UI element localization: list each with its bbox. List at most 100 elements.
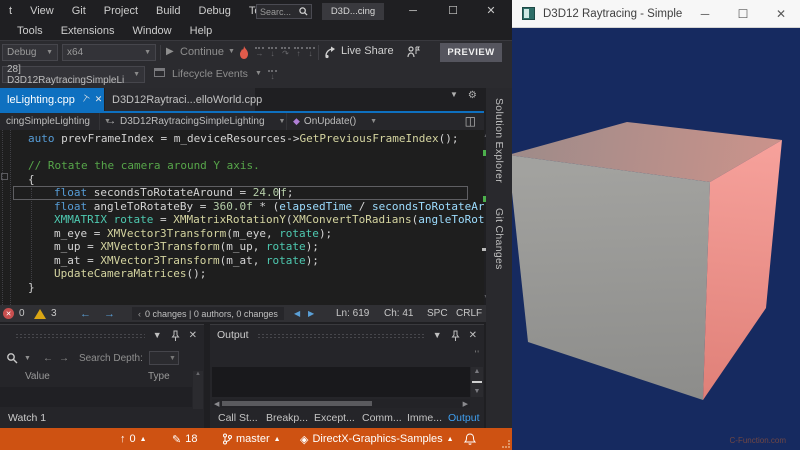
configuration-dropdown[interactable]: Debug▼ — [2, 44, 58, 61]
pin-icon[interactable] — [451, 330, 460, 341]
send-feedback-icon[interactable] — [406, 45, 420, 59]
menu-item-tools[interactable]: Tools — [8, 22, 52, 40]
menu-item-extensions[interactable]: Extensions — [52, 22, 124, 40]
code-line[interactable]: float secondsToRotateAround = 24.0f; — [0, 186, 484, 200]
code-line[interactable]: auto prevFrameIndex = m_deviceResources-… — [0, 132, 484, 146]
line-ending-indicator[interactable]: CRLF — [456, 305, 482, 322]
tab-simplelighting-cpp[interactable]: leLighting.cpp ⊤ ✕ — [0, 88, 104, 111]
maximize-button[interactable]: ☐ — [438, 0, 468, 21]
warning-count[interactable]: 3 — [34, 305, 57, 322]
continue-button[interactable]: Continue — [180, 46, 224, 58]
outline-collapse-box[interactable] — [1, 173, 8, 180]
code-line[interactable]: float angleToRotateBy = 360.0f * (elapse… — [0, 200, 484, 214]
menu-item-window[interactable]: Window — [124, 22, 181, 40]
code-line[interactable]: UpdateCameraMatrices(); — [0, 267, 484, 281]
run-to-cursor-icon[interactable]: ↓ — [306, 47, 315, 57]
menu-item-project[interactable]: Project — [95, 0, 147, 22]
value-column-header[interactable]: Value — [25, 371, 50, 382]
push-commits-button[interactable]: ↑ 0 ▲ — [120, 428, 147, 450]
menu-item-view[interactable]: View — [21, 0, 63, 22]
close-tab-icon[interactable]: ✕ — [95, 94, 103, 105]
lifecycle-dropdown-caret[interactable]: ▼ — [255, 70, 262, 77]
indentation-indicator[interactable]: SPC — [427, 305, 448, 322]
preview-button[interactable]: PREVIEW — [440, 43, 502, 62]
step-over-icon[interactable]: ↷ — [281, 47, 290, 57]
pin-icon[interactable] — [171, 330, 180, 341]
output-hscroll-thumb[interactable] — [222, 401, 372, 406]
code-line[interactable]: m_up = XMVector3Transform(m_up, rotate); — [0, 240, 484, 254]
watch-search-icon[interactable] — [6, 352, 18, 364]
step-out-icon[interactable]: ↑ — [294, 47, 303, 57]
menu-item-help[interactable]: Help — [181, 22, 222, 40]
search-depth-dropdown[interactable]: ▼ — [149, 351, 179, 365]
search-input[interactable]: Searc... — [256, 4, 312, 19]
code-line[interactable]: m_at = XMVector3Transform(m_at, rotate); — [0, 254, 484, 268]
pin-icon[interactable]: ⊤ — [78, 93, 91, 107]
app-maximize-button[interactable]: ☐ — [724, 0, 762, 27]
codelens-changes[interactable]: ‹ 0 changes | 0 authors, 0 changes — [132, 307, 284, 320]
hot-reload-flame-icon[interactable] — [239, 46, 249, 59]
tab-solution-explorer[interactable]: Solution Explorer — [486, 94, 512, 194]
live-share-button[interactable]: Live Share — [341, 45, 394, 57]
menu-item-git[interactable]: Git — [63, 0, 95, 22]
live-share-icon[interactable] — [324, 45, 338, 59]
error-count[interactable]: ✕ 0 — [3, 305, 25, 322]
resize-grip[interactable] — [502, 440, 510, 448]
type-column-header[interactable]: Type — [148, 371, 170, 382]
close-panel-icon[interactable]: ✕ — [189, 330, 197, 341]
show-next-statement-icon[interactable]: → — [255, 47, 264, 57]
menu-item-build[interactable]: Build — [147, 0, 189, 22]
code-line[interactable]: { — [0, 173, 484, 187]
startup-process-dropdown[interactable]: 28] D3D12RaytracingSimpleLi▼ — [2, 66, 145, 83]
output-title-bar[interactable]: Output ▼ ✕ — [210, 325, 484, 345]
app-close-button[interactable]: ✕ — [762, 0, 800, 27]
code-line[interactable]: } — [0, 281, 484, 295]
close-panel-icon[interactable]: ✕ — [469, 330, 477, 341]
code-line[interactable]: // Rotate the camera around Y axis. — [0, 159, 484, 173]
nav-member-dropdown[interactable]: ◆ OnUpdate()▼ — [287, 113, 455, 130]
menu-item-debug[interactable]: Debug — [190, 0, 240, 22]
tab-helloworld-cpp[interactable]: D3D12Raytraci...elloWorld.cpp — [105, 88, 255, 111]
close-button[interactable]: ✕ — [476, 0, 506, 21]
code-line[interactable] — [0, 146, 484, 160]
menu-item-edit-cut[interactable]: t — [0, 0, 21, 22]
repository-selector[interactable]: ◈ DirectX-Graphics-Samples ▲ — [300, 428, 454, 450]
nav-type-dropdown[interactable]: → D3D12RaytracingSimpleLighting▼ — [100, 113, 287, 130]
code-line[interactable]: m_eye = XMVector3Transform(m_eye, rotate… — [0, 227, 484, 241]
toolbar-overflow-icon[interactable]: '' — [475, 349, 480, 359]
lifecycle-events-dropdown[interactable]: Lifecycle Events — [172, 68, 248, 80]
branch-selector[interactable]: master ▲ — [222, 428, 281, 450]
editor-settings-gear-icon[interactable]: ⚙ — [468, 90, 477, 101]
search-prev-icon[interactable]: ← — [43, 353, 53, 364]
tab-git-changes[interactable]: Git Changes — [486, 204, 512, 290]
line-indicator[interactable]: Ln: 619 — [336, 305, 369, 322]
watch-title-bar[interactable]: ▼ ✕ — [0, 325, 204, 345]
split-editor-icon[interactable]: ◫ — [465, 114, 476, 128]
search-next-icon[interactable]: → — [59, 353, 69, 364]
tab-watch1[interactable]: Watch 1 — [0, 407, 54, 429]
app-minimize-button[interactable]: ─ — [686, 0, 724, 27]
nav-project-dropdown[interactable]: cingSimpleLighting▼ — [0, 113, 100, 130]
navigate-back-icon[interactable]: ← — [80, 305, 91, 322]
window-position-caret-icon[interactable]: ▼ — [153, 330, 162, 340]
watch-scrollbar[interactable]: ▲ — [193, 371, 203, 409]
prev-marker-icon[interactable]: ◀ — [294, 305, 300, 322]
tab-list-caret-icon[interactable]: ▼ — [450, 90, 458, 101]
code-line[interactable]: XMMATRIX rotate = XMMatrixRotationY(XMCo… — [0, 213, 484, 227]
continue-play-icon[interactable]: ▶ — [166, 46, 174, 57]
tab-output[interactable]: Output — [440, 407, 488, 429]
unsaved-edits-indicator[interactable]: ✎ 18 — [172, 428, 197, 450]
column-indicator[interactable]: Ch: 41 — [384, 305, 413, 322]
continue-dropdown-caret[interactable]: ▼ — [228, 48, 235, 55]
notifications-button[interactable] — [464, 428, 476, 450]
code-editor[interactable]: auto prevFrameIndex = m_deviceResources-… — [0, 130, 484, 305]
navigate-forward-icon[interactable]: → — [104, 305, 115, 322]
output-log[interactable] — [212, 367, 470, 397]
minimize-button[interactable]: ─ — [398, 0, 428, 21]
output-vscroll-thumb[interactable] — [472, 381, 482, 383]
window-position-caret-icon[interactable]: ▼ — [433, 330, 442, 340]
next-marker-icon[interactable]: ▶ — [308, 305, 314, 322]
platform-dropdown[interactable]: x64▼ — [62, 44, 156, 61]
step-into-icon[interactable]: ↓ — [268, 47, 277, 57]
search-options-caret-icon[interactable]: ▼ — [24, 355, 31, 362]
